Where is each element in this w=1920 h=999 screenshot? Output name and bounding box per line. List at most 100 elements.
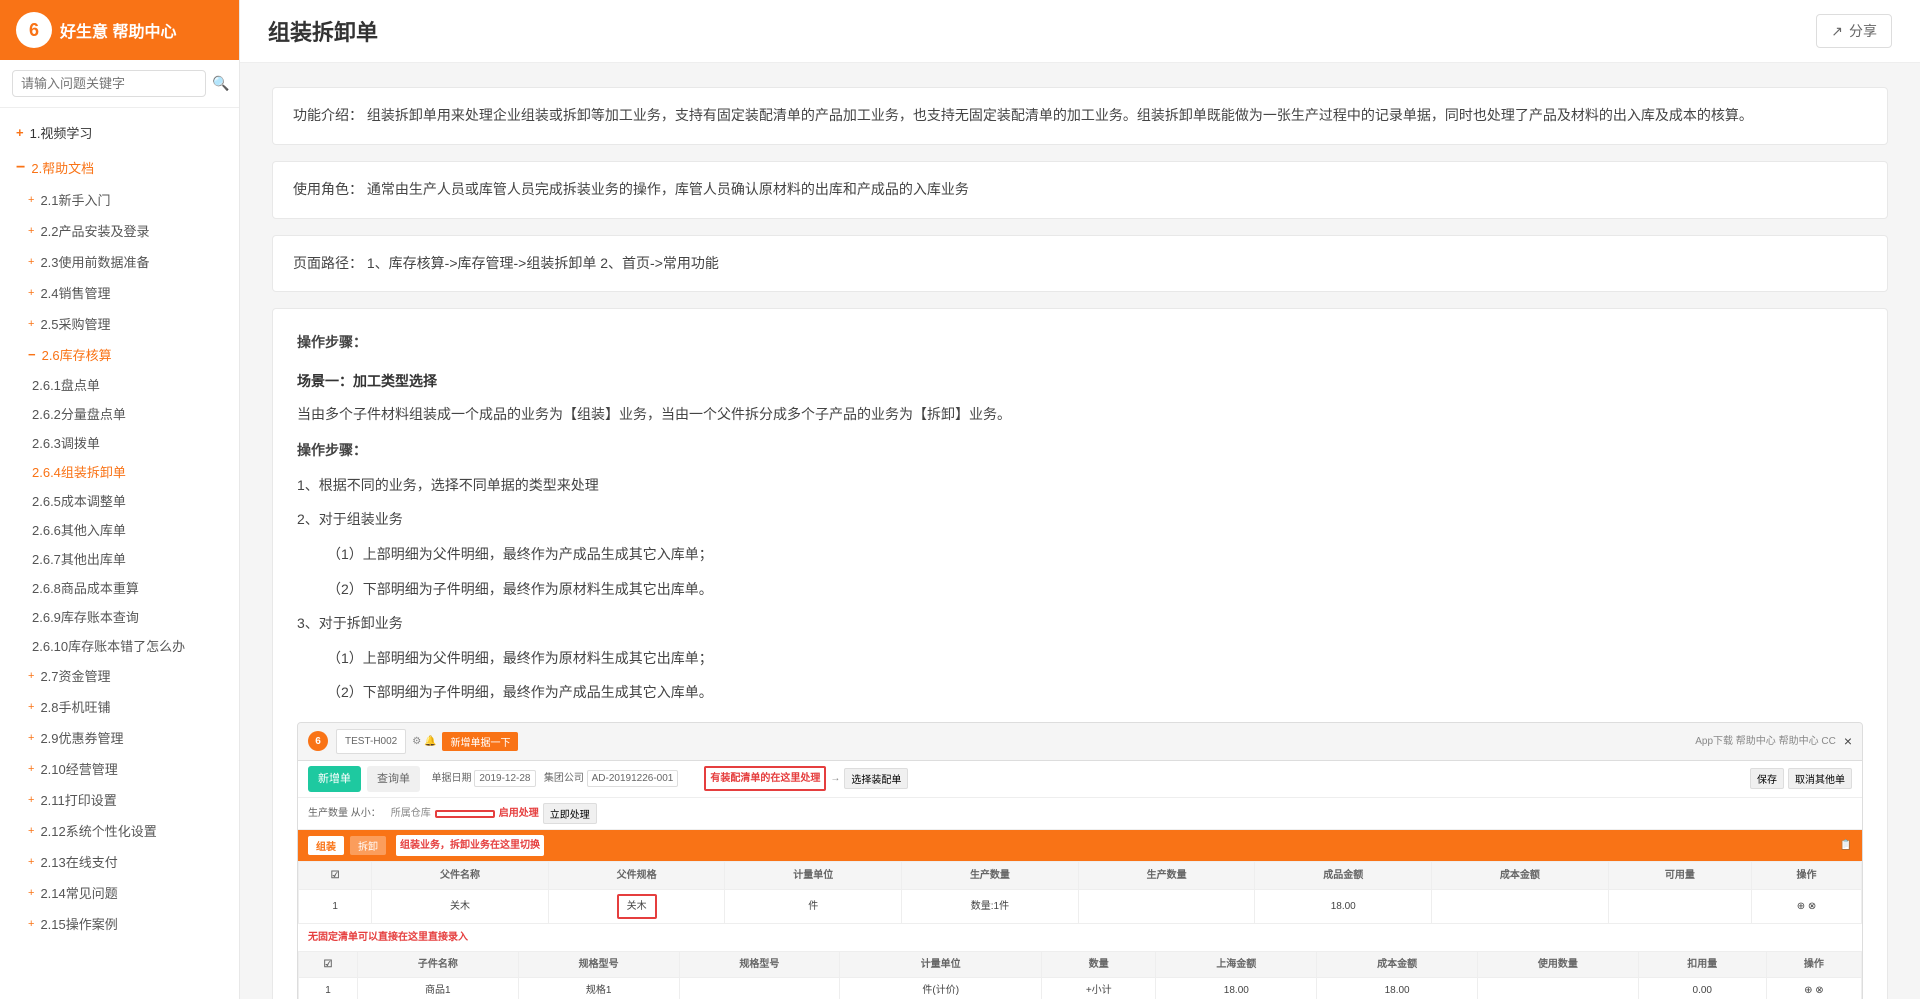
sidebar-item-install[interactable]: + 2.2产品安装及登录 [0,215,239,246]
col-prod-qty: 生产数量 [902,862,1079,890]
plus-icon: + [28,856,34,868]
mock-tab-list[interactable]: 查询单 [367,766,420,793]
mock-lower-table: ☑ 子件名称 规格型号 规格型号 计量单位 数量 上海金额 成本金额 使用数量 [298,951,1862,999]
role-label: 使用角色： [293,181,363,197]
sidebar-nav: + 1.视频学习 − 2.帮助文档 + 2.1新手入门 + 2.2产品安装及登录 [0,108,239,999]
sidebar-item-stocktake[interactable]: 2.6.1盘点单 [0,370,239,399]
col-cost2: 成本金额 [1432,862,1609,890]
sidebar-item-cost-adjust[interactable]: 2.6.5成本调整单 [0,486,239,515]
mock-lower-table-area: ☑ 子件名称 规格型号 规格型号 计量单位 数量 上海金额 成本金额 使用数量 [298,951,1862,999]
sidebar-item-finance[interactable]: + 2.7资金管理 [0,660,239,691]
sidebar-item-mobile[interactable]: + 2.8手机旺铺 [0,691,239,722]
mock-upper-table-area: ☑ 父件名称 父件规格 计量单位 生产数量 生产数量 成品金额 成本金额 可用量 [298,861,1862,924]
mock-warehouse-input[interactable] [435,810,495,818]
sidebar-item-docs[interactable]: − 2.帮助文档 [0,151,239,184]
mock-action-btns: 保存 取消其他单 [1750,768,1852,789]
mock-tab-new[interactable]: 新增单 [308,766,361,793]
sidebar-item-adjust[interactable]: 2.6.3调拨单 [0,428,239,457]
search-icon[interactable]: 🔍 [212,75,229,92]
annotation1-text: 有装配清单的在这里处理 [704,766,826,791]
mock-secondary-toolbar: 新增单 查询单 单据日期 2019-12-28 集团公司 AD-20191226… [298,761,1862,799]
plus-icon: + [28,887,34,899]
mock-parent-name-input[interactable]: 关木 [617,894,657,919]
sidebar-item-ops[interactable]: + 2.10经营管理 [0,753,239,784]
plus-icon: + [28,194,34,206]
intro-label: 功能介绍： [293,107,363,123]
annotation3-label: 启用处理 [499,804,539,823]
mock-select-assembly: → [830,769,840,788]
sidebar: 6 好生意 帮助中心 🔍 + 1.视频学习 − 2.帮助文档 + 2.1新手入门 [0,0,240,999]
minus-icon: − [28,347,36,362]
sidebar-item-sales[interactable]: + 2.4销售管理 [0,277,239,308]
sidebar-item-other-out[interactable]: 2.6.7其他出库单 [0,544,239,573]
sidebar-item-print[interactable]: + 2.11打印设置 [0,784,239,815]
content-area: 功能介绍： 组装拆卸单用来处理企业组装或拆卸等加工业务，支持有固定装配清单的产品… [240,63,1920,999]
plus-icon: + [28,763,34,775]
sidebar-item-payment[interactable]: + 2.13在线支付 [0,846,239,877]
mock-address: TEST-H002 [336,729,406,754]
sidebar-item-coupon[interactable]: + 2.9优惠券管理 [0,722,239,753]
col-parent-spec: 父件规格 [548,862,725,890]
annotation4-label: 无固定清单可以直接在这里直接录入 [308,928,468,947]
main-content: 组装拆卸单 ↗ 分享 功能介绍： 组装拆卸单用来处理企业组装或拆卸等加工业务，支… [240,0,1920,999]
col-cost: 成品金额 [1255,862,1432,890]
step-2: 2、对于组装业务 [297,506,1863,533]
mock-btn-assembly[interactable]: 组装 [308,836,344,855]
path-block: 页面路径： 1、库存核算->库存管理->组装拆卸单 2、首页->常用功能 [272,235,1888,293]
mock-btn-disassembly[interactable]: 拆卸 [350,836,386,855]
ops-steps-title: 操作步骤： [297,437,1863,464]
mock-new-btn[interactable]: 新增单据一下 [442,732,518,751]
sidebar-item-custom[interactable]: + 2.12系统个性化设置 [0,815,239,846]
mock-content: 新增单 查询单 单据日期 2019-12-28 集团公司 AD-20191226… [298,761,1862,999]
mock-btn-enable[interactable]: 立即处理 [543,803,597,824]
sidebar-item-stock-check[interactable]: 2.6.9库存账本查询 [0,602,239,631]
plus-icon: + [28,701,34,713]
sidebar-item-cases[interactable]: + 2.15操作案例 [0,908,239,939]
mock-upper-table: ☑ 父件名称 父件规格 计量单位 生产数量 生产数量 成品金额 成本金额 可用量 [298,861,1862,924]
mock-address-area: TEST-H002 ⚙ 🔔 新增单据一下 [336,729,1687,754]
table-row: 1 商品1 规格1 件(计价) +小计 18.00 18.00 0.00 [299,978,1862,999]
col-prod-qty2: 生产数量 [1078,862,1255,890]
plus-icon: + [28,287,34,299]
brand-name: 好生意 帮助中心 [60,18,176,42]
plus-icon: + [28,825,34,837]
mock-sub-form: 生产数量 从小： 所属仓库 启用处理 立即处理 [298,798,1862,830]
step-3-2: （2）下部明细为子件明细，最终作为产成品生成其它入库单。 [327,679,1863,706]
mock-close-icon[interactable]: × [1844,728,1852,755]
mock-label-info: 所属仓库 [391,804,431,823]
sidebar-header: 6 好生意 帮助中心 [0,0,239,60]
sidebar-item-inventory[interactable]: − 2.6库存核算 [0,339,239,370]
step-3: 3、对于拆卸业务 [297,610,1863,637]
role-block: 使用角色： 通常由生产人员或库管人员完成拆装业务的操作，库管人员确认原材料的出库… [272,161,1888,219]
sidebar-item-cost-recalc[interactable]: 2.6.8商品成本重算 [0,573,239,602]
table-row: 1 关木 关木 件 数量:1件 18.00 [299,890,1862,924]
plus-icon: + [28,256,34,268]
step-3-1: （1）上部明细为父件明细，最终作为原材料生成其它出库单； [327,645,1863,672]
intro-text: 组装拆卸单用来处理企业组装或拆卸等加工业务，支持有固定装配清单的产品加工业务，也… [367,107,1753,123]
sidebar-item-purchase[interactable]: + 2.5采购管理 [0,308,239,339]
page-title: 组装拆卸单 [268,15,378,47]
sidebar-item-assembly[interactable]: 2.6.4组装拆卸单 [0,457,239,486]
search-input[interactable] [12,70,206,97]
sidebar-item-stocktake2[interactable]: 2.6.2分量盘点单 [0,399,239,428]
mock-icons: ⚙ 🔔 [412,732,436,751]
plus-icon: + [28,794,34,806]
mock-type-switch-row: 组装 拆卸 组装业务，拆卸业务在这里切换 📋 [298,830,1862,861]
col-parent-name: 父件名称 [372,862,549,890]
operations-body: 操作步骤： 场景一：加工类型选择 当由多个子件材料组装成一个成品的业务为【组装】… [272,308,1888,999]
sidebar-item-videos[interactable]: + 1.视频学习 [0,116,239,149]
mock-btn-save[interactable]: 保存 [1750,768,1784,789]
sidebar-item-data[interactable]: + 2.3使用前数据准备 [0,246,239,277]
path-text: 1、库存核算->库存管理->组装拆卸单 2、首页->常用功能 [367,255,719,271]
sidebar-item-other-in[interactable]: 2.6.6其他入库单 [0,515,239,544]
step-2-1: （1）上部明细为父件明细，最终作为产成品生成其它入库单； [327,541,1863,568]
share-button[interactable]: ↗ 分享 [1816,14,1892,48]
search-bar: 🔍 [0,60,239,108]
mock-select-assembly-btn[interactable]: 选择装配单 [844,768,908,789]
mock-form-fields: 单据日期 2019-12-28 集团公司 AD-20191226-001 [426,769,678,788]
role-text: 通常由生产人员或库管人员完成拆装业务的操作，库管人员确认原材料的出库和产成品的入… [367,181,969,197]
mock-btn-cancel[interactable]: 取消其他单 [1788,768,1852,789]
sidebar-item-stock-error[interactable]: 2.6.10库存账本错了怎么办 [0,631,239,660]
sidebar-item-faq[interactable]: + 2.14常见问题 [0,877,239,908]
sidebar-item-new[interactable]: + 2.1新手入门 [0,184,239,215]
